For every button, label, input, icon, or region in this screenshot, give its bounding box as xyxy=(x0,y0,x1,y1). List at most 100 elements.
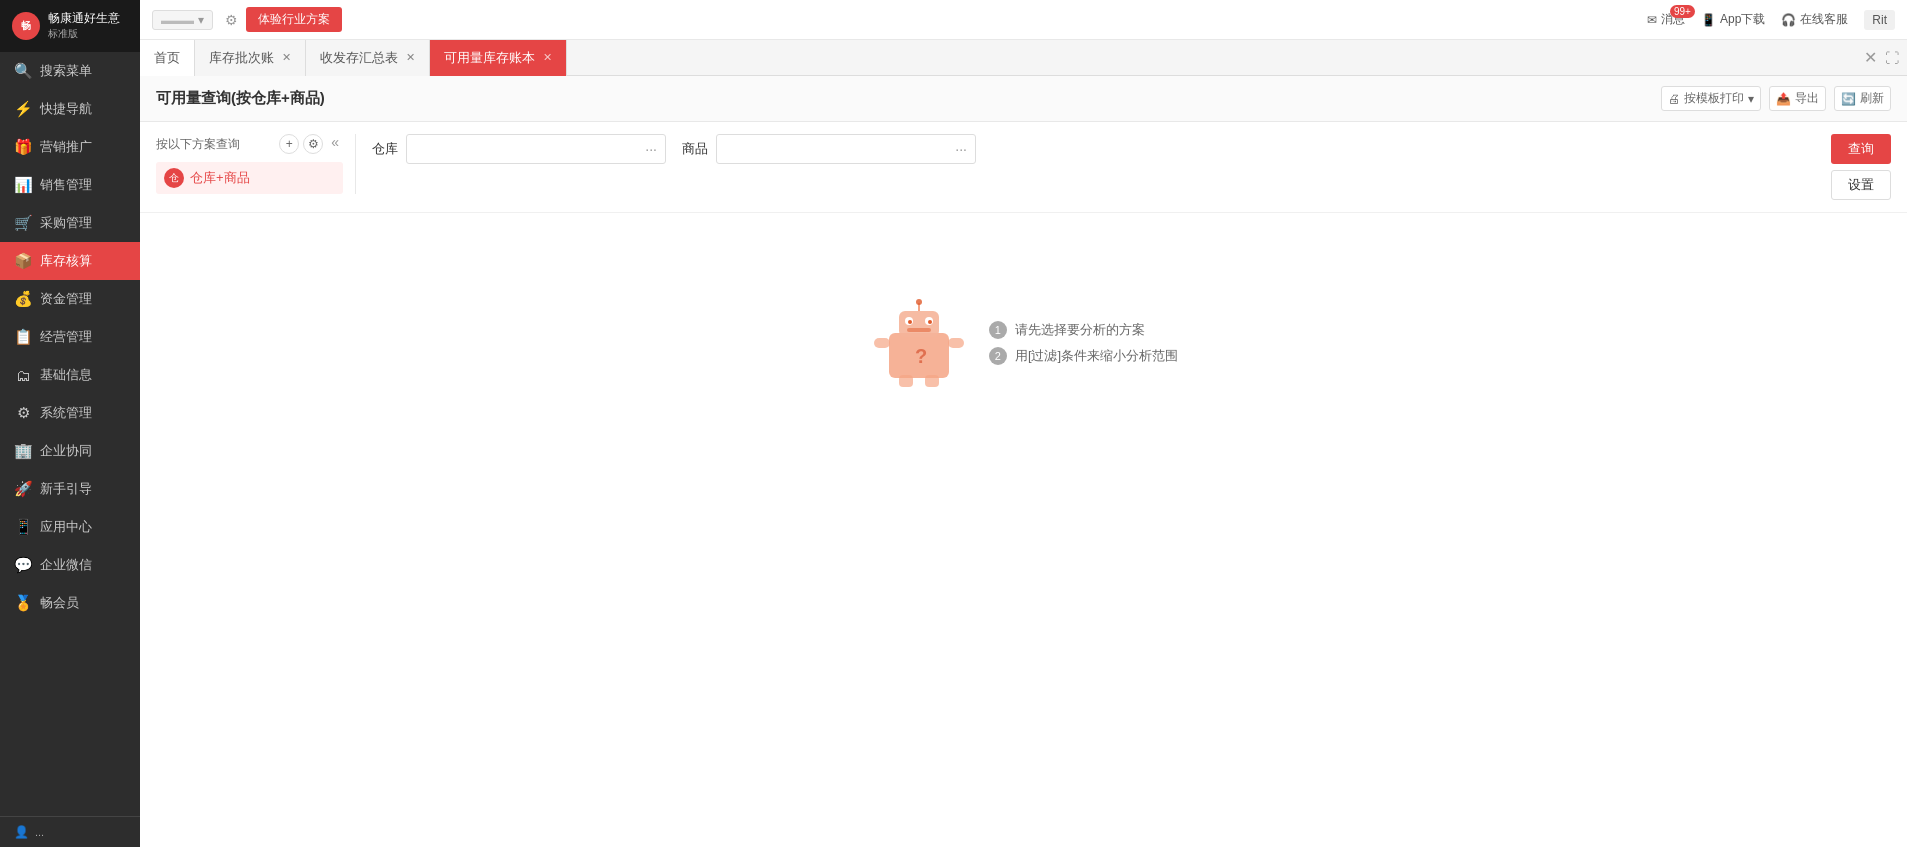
nav-icon-newbie: 🚀 xyxy=(14,480,32,498)
nav-icon-member: 🏅 xyxy=(14,594,32,612)
sidebar-item-finance[interactable]: 💰资金管理 xyxy=(0,280,140,318)
scheme-settings-button[interactable]: ⚙ xyxy=(303,134,323,154)
add-scheme-button[interactable]: + xyxy=(279,134,299,154)
scheme-item-warehouse-goods[interactable]: 仓 仓库+商品 xyxy=(156,162,343,194)
goods-input[interactable] xyxy=(725,142,951,157)
close-window-icon[interactable]: ✕ xyxy=(1864,48,1877,67)
page-actions: 🖨 按模板打印 ▾ 📤 导出 🔄 刷新 xyxy=(1661,86,1891,111)
sidebar-nav: 🔍搜索菜单⚡快捷导航 🎁 营销推广 📊销售管理 🛒 采购管理 📦库存核算💰资金管理📋经营管理… xyxy=(0,52,140,816)
sidebar-item-newbie[interactable]: 🚀 新手引导 xyxy=(0,470,140,508)
settings-icon[interactable]: ⚙ xyxy=(225,12,238,28)
sidebar-item-inventory[interactable]: 📦库存核算 xyxy=(0,242,140,280)
scheme-actions: + ⚙ « xyxy=(279,134,343,154)
query-btn-area: 查询 设置 xyxy=(1819,134,1891,200)
export-icon: 📤 xyxy=(1776,92,1791,106)
tab-summary[interactable]: 收发存汇总表 ✕ xyxy=(306,40,430,76)
tab-inventory-batch[interactable]: 库存批次账 ✕ xyxy=(195,40,306,76)
tab-available-stock[interactable]: 可用量库存账本 ✕ xyxy=(430,40,567,76)
sidebar-item-member[interactable]: 🏅畅会员 xyxy=(0,584,140,622)
app-download-button[interactable]: 📱 App下载 xyxy=(1701,11,1765,28)
collapse-button[interactable]: « xyxy=(327,134,343,154)
plus-icon: + xyxy=(286,137,293,151)
nav-icon-system: ⚙ xyxy=(14,404,32,422)
trial-button[interactable]: 体验行业方案 xyxy=(246,7,342,32)
nav-icon-basic: 🗂 xyxy=(14,367,32,384)
sidebar-label-marketing: 营销推广 xyxy=(40,138,92,156)
goods-input-wrapper: ··· xyxy=(716,134,976,164)
main-area: ▬▬▬ ▾ ⚙ 体验行业方案 ✉ 消息 99+ 📱 App下载 🎧 在线客服 R… xyxy=(140,0,1907,847)
page-header: 可用量查询(按仓库+商品) 🖨 按模板打印 ▾ 📤 导出 🔄 刷新 xyxy=(140,76,1907,122)
gear-icon: ⚙ xyxy=(308,137,319,151)
close-tab-icon[interactable]: ✕ xyxy=(282,51,291,64)
close-tab-icon[interactable]: ✕ xyxy=(543,51,552,64)
sidebar-item-sales[interactable]: 📊销售管理 xyxy=(0,166,140,204)
sidebar-logo: 畅 xyxy=(12,12,40,40)
nav-icon-purchase: 🛒 xyxy=(14,214,32,232)
headset-icon: 🎧 xyxy=(1781,13,1796,27)
message-icon: ✉ xyxy=(1647,13,1657,27)
tabs-bar: 首页 库存批次账 ✕ 收发存汇总表 ✕ 可用量库存账本 ✕ ✕ ⛶ xyxy=(140,40,1907,76)
sidebar-item-appstore[interactable]: 📱应用中心 xyxy=(0,508,140,546)
hint-row-2: 2 用[过滤]条件来缩小分析范围 xyxy=(989,347,1178,365)
sidebar-item-operation[interactable]: 📋经营管理 xyxy=(0,318,140,356)
scheme-header: 按以下方案查询 + ⚙ « xyxy=(156,134,343,154)
query-area: 按以下方案查询 + ⚙ « 仓 仓库+商品 xyxy=(140,122,1907,213)
tabs-actions: ✕ ⛶ xyxy=(1864,48,1907,67)
export-button[interactable]: 📤 导出 xyxy=(1769,86,1826,111)
message-badge: 99+ xyxy=(1670,5,1695,18)
sidebar-label-wechat: 企业微信 xyxy=(40,556,92,574)
query-button[interactable]: 查询 xyxy=(1831,134,1891,164)
sidebar-bottom[interactable]: 👤 ... xyxy=(0,816,140,847)
app-name: 畅康通好生意 xyxy=(48,11,120,27)
chevron-down-icon[interactable]: ▾ xyxy=(1748,92,1754,106)
page-title: 可用量查询(按仓库+商品) xyxy=(156,89,325,108)
sidebar-label-sales: 销售管理 xyxy=(40,176,92,194)
sidebar-item-search[interactable]: 🔍搜索菜单 xyxy=(0,52,140,90)
sidebar-label-appstore: 应用中心 xyxy=(40,518,92,536)
svg-rect-12 xyxy=(907,328,931,332)
nav-icon-marketing: 🎁 xyxy=(14,138,32,156)
empty-state: ? 1 请先选择要分析的方案 2 用[过滤]条件来缩小分析范围 xyxy=(140,213,1907,473)
hint-row-1: 1 请先选择要分析的方案 xyxy=(989,321,1178,339)
chevron-down-icon[interactable]: ▾ xyxy=(198,13,204,27)
warehouse-input-wrapper: ··· xyxy=(406,134,666,164)
svg-point-4 xyxy=(908,320,912,324)
sidebar-item-system[interactable]: ⚙系统管理 xyxy=(0,394,140,432)
breadcrumb: ▬▬▬ ▾ xyxy=(152,10,213,30)
warehouse-input[interactable] xyxy=(415,142,641,157)
close-tab-icon[interactable]: ✕ xyxy=(406,51,415,64)
sidebar-item-corp[interactable]: 🏢企业协同 xyxy=(0,432,140,470)
sidebar-item-marketing[interactable]: 🎁 营销推广 xyxy=(0,128,140,166)
goods-more-icon[interactable]: ··· xyxy=(955,141,967,157)
column-settings-button[interactable]: 设置 xyxy=(1831,170,1891,200)
empty-content-row: ? 1 请先选择要分析的方案 2 用[过滤]条件来缩小分析范围 xyxy=(869,293,1178,393)
phone-icon: 📱 xyxy=(1701,13,1716,27)
svg-rect-9 xyxy=(948,338,964,348)
message-button[interactable]: ✉ 消息 99+ xyxy=(1647,11,1685,28)
sidebar-label-basic: 基础信息 xyxy=(40,366,92,384)
service-button[interactable]: 🎧 在线客服 xyxy=(1781,11,1848,28)
scheme-title: 按以下方案查询 xyxy=(156,136,240,153)
nav-icon-operation: 📋 xyxy=(14,328,32,346)
svg-point-7 xyxy=(916,299,922,305)
sidebar-label-newbie: 新手引导 xyxy=(40,480,92,498)
print-icon: 🖨 xyxy=(1668,92,1680,106)
nav-icon-finance: 💰 xyxy=(14,290,32,308)
warehouse-more-icon[interactable]: ··· xyxy=(645,141,657,157)
svg-rect-10 xyxy=(899,375,913,387)
expand-icon[interactable]: ⛶ xyxy=(1885,50,1899,66)
refresh-button[interactable]: 🔄 刷新 xyxy=(1834,86,1891,111)
sidebar-item-basic[interactable]: 🗂 基础信息 xyxy=(0,356,140,394)
user-button[interactable]: Rit xyxy=(1864,10,1895,30)
sidebar-label-purchase: 采购管理 xyxy=(40,214,92,232)
refresh-icon: 🔄 xyxy=(1841,92,1856,106)
warehouse-field: 仓库 ··· xyxy=(372,134,666,164)
print-button[interactable]: 🖨 按模板打印 ▾ xyxy=(1661,86,1761,111)
tab-home[interactable]: 首页 xyxy=(140,40,195,76)
sidebar-item-purchase[interactable]: 🛒 采购管理 xyxy=(0,204,140,242)
nav-icon-corp: 🏢 xyxy=(14,442,32,460)
warehouse-label: 仓库 xyxy=(372,140,398,158)
empty-hints: 1 请先选择要分析的方案 2 用[过滤]条件来缩小分析范围 xyxy=(989,321,1178,365)
sidebar-item-wechat[interactable]: 💬企业微信 xyxy=(0,546,140,584)
sidebar-item-shortcut[interactable]: ⚡快捷导航 xyxy=(0,90,140,128)
